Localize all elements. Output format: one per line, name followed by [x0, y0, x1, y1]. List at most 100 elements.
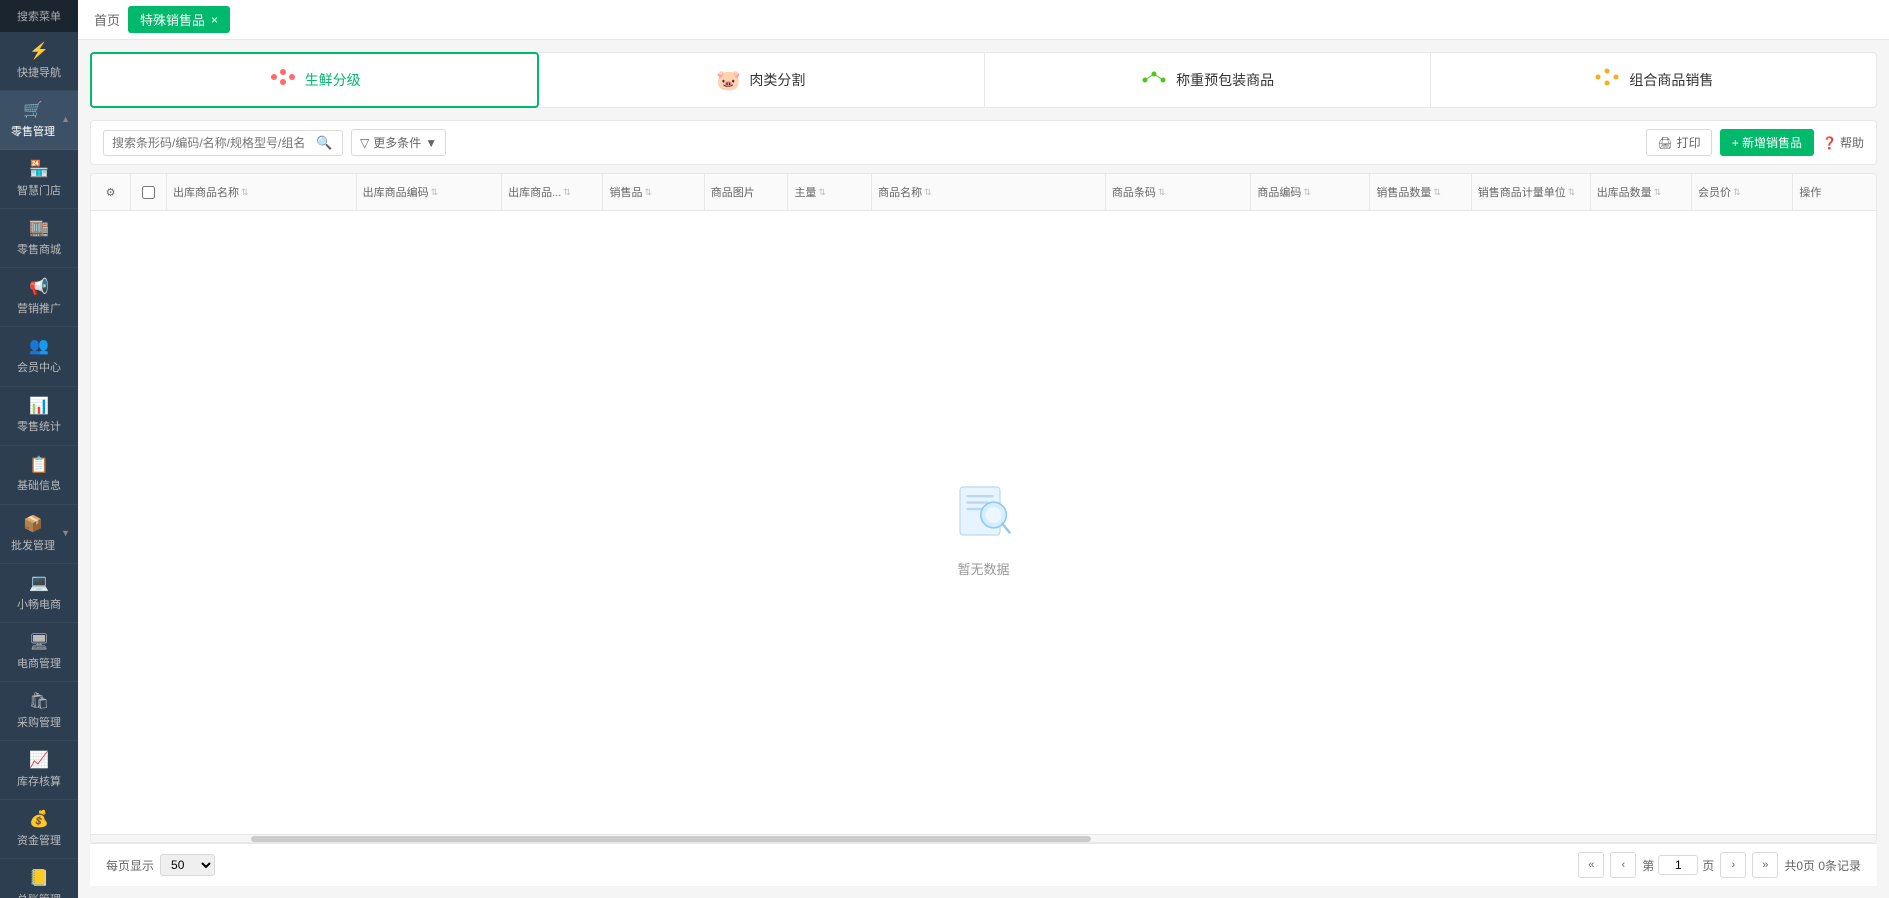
th-goods-name: 商品名称 ⇅ [872, 174, 1106, 210]
horizontal-scrollbar[interactable] [91, 834, 1876, 842]
sidebar-item-marketing[interactable]: 📢 营销推广 [0, 268, 78, 327]
sidebar-item-ecmgmt[interactable]: 🖥 电商管理 [0, 623, 78, 682]
inventory-icon: 📈 [29, 751, 49, 772]
filter-button[interactable]: ▽ 更多条件 ▼ [351, 129, 446, 156]
sort-icon[interactable]: ⇅ [1433, 187, 1441, 198]
cat-tab-meat[interactable]: 🐷 肉类分割 [538, 53, 984, 107]
help-icon: ❓ [1822, 136, 1837, 150]
sidebar-item-label: 批发管理 [11, 539, 55, 553]
sidebar-item-retailstats[interactable]: 📊 零售统计 [0, 387, 78, 446]
wholesale-arrow: ▼ [61, 528, 70, 540]
page-size-dropdown[interactable]: 50 10 20 100 [160, 854, 215, 876]
first-page-button[interactable]: « [1578, 852, 1604, 878]
cat-tab-weigh-label: 称重预包装商品 [1176, 70, 1274, 90]
search-input[interactable] [112, 136, 312, 150]
print-icon: 🖨 [1657, 136, 1672, 150]
basicinfo1-icon: 📋 [29, 456, 49, 477]
sidebar-item-label: 电商管理 [17, 657, 61, 671]
sidebar-item-ecommerce[interactable]: 💻 小畅电商 [0, 564, 78, 623]
th-goods-code: 商品编码 ⇅ [1251, 174, 1370, 210]
print-label: 打印 [1677, 134, 1701, 151]
page-size-select: 每页显示 50 10 20 100 [106, 854, 215, 876]
sort-icon[interactable]: ⇅ [1158, 187, 1166, 198]
last-page-button[interactable]: » [1752, 852, 1778, 878]
sort-icon[interactable]: ⇅ [1303, 187, 1311, 198]
th-out-name: 出库商品名称 ⇅ [167, 174, 357, 210]
home-link[interactable]: 首页 [94, 10, 120, 29]
sidebar-item-label: 零售统计 [17, 420, 61, 434]
help-label: 帮助 [1840, 134, 1864, 151]
page-content: 生鲜分级 🐷 肉类分割 称重预包装商品 [78, 40, 1889, 898]
pagination: 每页显示 50 10 20 100 « ‹ 第 页 › » 共0页 0条记录 [90, 843, 1877, 886]
sidebar-item-smartstore[interactable]: 🏪 智慧门店 [0, 150, 78, 209]
sort-icon[interactable]: ⇅ [924, 187, 932, 198]
sidebar-item-label: 基础信息 [17, 479, 61, 493]
finance-icon: 💰 [29, 810, 49, 831]
sidebar-item-basicinfo1[interactable]: 📋 基础信息 [0, 446, 78, 505]
print-button[interactable]: 🖨 打印 [1646, 129, 1711, 156]
sort-icon[interactable]: ⇅ [1568, 187, 1576, 198]
page-size-label: 每页显示 [106, 857, 154, 874]
sidebar-item-finance[interactable]: 💰 资金管理 [0, 800, 78, 859]
empty-illustration [944, 467, 1024, 547]
sidebar-item-label: 零售管理 [11, 125, 55, 139]
th-checkbox[interactable] [131, 174, 167, 210]
th-member-price: 会员价 ⇅ [1692, 174, 1793, 210]
sidebar-item-label: 智慧门店 [17, 184, 61, 198]
sidebar-item-wholesale[interactable]: 📦 批发管理 ▼ [0, 505, 78, 564]
prev-page-button[interactable]: ‹ [1610, 852, 1636, 878]
sidebar: 搜索菜单 ⚡ 快捷导航 🛒 零售管理 ▲ 🏪 智慧门店 🏬 零售商城 📢 营销推… [0, 0, 78, 898]
ecommerce-icon: 💻 [29, 574, 49, 595]
cat-tab-fresh-label: 生鲜分级 [305, 70, 361, 90]
next-page-button[interactable]: › [1720, 852, 1746, 878]
sort-icon[interactable]: ⇅ [1733, 187, 1741, 198]
sidebar-search[interactable]: 搜索菜单 [0, 0, 78, 32]
active-tab[interactable]: 特殊销售品 × [128, 6, 230, 33]
tab-close-icon[interactable]: × [211, 13, 218, 27]
sort-icon[interactable]: ⇅ [563, 187, 571, 198]
sidebar-item-quicknav[interactable]: ⚡ 快捷导航 [0, 32, 78, 91]
sidebar-item-label: 资金管理 [17, 834, 61, 848]
sidebar-item-label: 采购管理 [17, 716, 61, 730]
select-all-checkbox[interactable] [142, 186, 155, 199]
sort-icon[interactable]: ⇅ [431, 187, 439, 198]
help-button[interactable]: ❓ 帮助 [1822, 134, 1864, 151]
sort-icon[interactable]: ⇅ [818, 187, 826, 198]
sidebar-item-inventory[interactable]: 📈 库存核算 [0, 741, 78, 800]
meat-icon: 🐷 [716, 68, 741, 93]
page-label: 第 [1642, 857, 1654, 874]
page-number-input[interactable] [1658, 855, 1698, 875]
cat-tab-weigh[interactable]: 称重预包装商品 [985, 53, 1431, 107]
sort-icon[interactable]: ⇅ [644, 187, 652, 198]
scrollbar-thumb[interactable] [251, 836, 1091, 842]
table-header: ⚙ 出库商品名称 ⇅ 出库商品编码 ⇅ 出库商品... ⇅ 销售品 [91, 174, 1876, 211]
sidebar-item-ledger[interactable]: 📒 总账管理 [0, 859, 78, 898]
filter-label: 更多条件 [373, 134, 421, 151]
add-button[interactable]: + 新增销售品 [1720, 129, 1814, 156]
sidebar-item-label: 库存核算 [17, 775, 61, 789]
th-sale-qty: 销售品数量 ⇅ [1370, 174, 1471, 210]
topbar: 首页 特殊销售品 × [78, 0, 1889, 40]
sidebar-item-members[interactable]: 👥 会员中心 [0, 327, 78, 386]
search-icon[interactable]: 🔍 [316, 135, 332, 151]
sort-icon[interactable]: ⇅ [1654, 187, 1662, 198]
th-barcode: 商品条码 ⇅ [1106, 174, 1251, 210]
th-weight: 主量 ⇅ [788, 174, 872, 210]
sidebar-item-purchase[interactable]: 🛍 采购管理 [0, 682, 78, 741]
sidebar-item-retailmall[interactable]: 🏬 零售商城 [0, 209, 78, 268]
search-box[interactable]: 🔍 [103, 130, 343, 156]
total-info: 共0页 0条记录 [1784, 857, 1861, 874]
category-tabs: 生鲜分级 🐷 肉类分割 称重预包装商品 [90, 52, 1877, 108]
th-settings[interactable]: ⚙ [91, 174, 131, 210]
th-sale: 销售品 ⇅ [603, 174, 704, 210]
sidebar-item-label: 会员中心 [17, 361, 61, 375]
retail-icon: 🛒 [23, 101, 43, 122]
retailmall-icon: 🏬 [29, 219, 49, 240]
add-label: + 新增销售品 [1732, 134, 1802, 151]
sidebar-item-label: 小畅电商 [17, 598, 61, 612]
sidebar-item-retail[interactable]: 🛒 零售管理 ▲ [0, 91, 78, 150]
sort-icon[interactable]: ⇅ [241, 187, 249, 198]
th-out-qty: 出库品数量 ⇅ [1591, 174, 1692, 210]
cat-tab-fresh[interactable]: 生鲜分级 [90, 52, 539, 108]
cat-tab-combo[interactable]: 组合商品销售 [1431, 53, 1876, 107]
